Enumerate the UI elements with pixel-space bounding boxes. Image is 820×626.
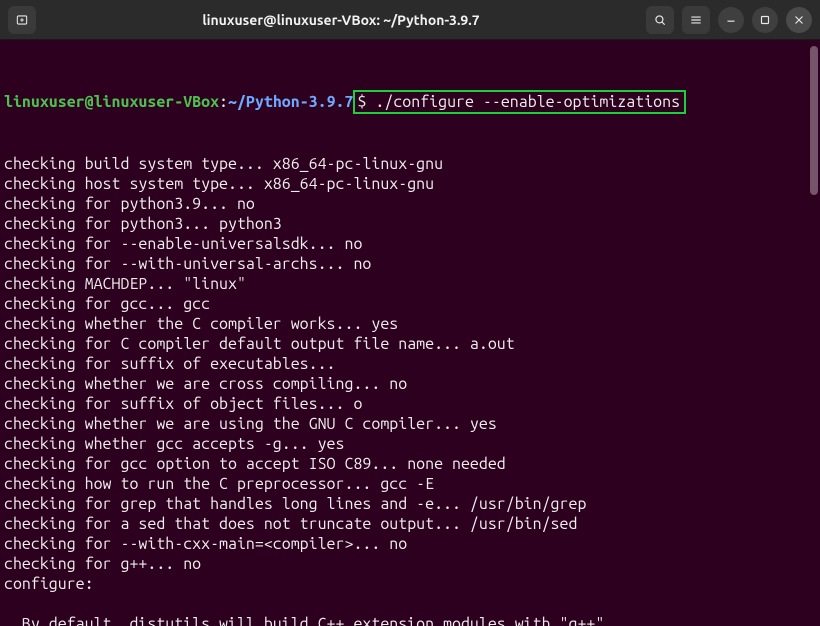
search-button[interactable] — [646, 6, 674, 34]
titlebar-left-group — [8, 6, 36, 34]
terminal-line: checking for python3.9... no — [4, 194, 814, 214]
terminal-line: checking for gcc option to accept ISO C8… — [4, 454, 814, 474]
terminal-line: checking build system type... x86_64-pc-… — [4, 154, 814, 174]
terminal-line: checking for C compiler default output f… — [4, 334, 814, 354]
terminal-line: checking whether we are using the GNU C … — [4, 414, 814, 434]
window-titlebar: linuxuser@linuxuser-VBox: ~/Python-3.9.7 — [0, 0, 820, 40]
new-tab-button[interactable] — [8, 6, 36, 34]
maximize-icon — [758, 13, 772, 27]
command-highlight-box: $ ./configure --enable-optimizations — [353, 90, 686, 114]
terminal-line: checking host system type... x86_64-pc-l… — [4, 174, 814, 194]
terminal-line: checking for --with-cxx-main=<compiler>.… — [4, 534, 814, 554]
prompt-line: linuxuser@linuxuser-VBox:~/Python-3.9.7$… — [4, 90, 814, 114]
terminal-line: checking whether gcc accepts -g... yes — [4, 434, 814, 454]
maximize-button[interactable] — [752, 7, 778, 33]
search-icon — [653, 13, 667, 27]
window-title: linuxuser@linuxuser-VBox: ~/Python-3.9.7 — [46, 12, 636, 28]
terminal-line: configure: — [4, 574, 814, 594]
terminal-line: checking whether the C compiler works...… — [4, 314, 814, 334]
terminal-line: checking for suffix of object files... o — [4, 394, 814, 414]
hamburger-menu-button[interactable] — [682, 6, 710, 34]
terminal-line: checking for --with-universal-archs... n… — [4, 254, 814, 274]
prompt-separator: : — [219, 93, 228, 111]
terminal-line: checking for g++... no — [4, 554, 814, 574]
terminal-line: checking for grep that handles long line… — [4, 494, 814, 514]
terminal-output: checking build system type... x86_64-pc-… — [4, 154, 814, 626]
close-icon — [792, 13, 806, 27]
command-text: ./configure --enable-optimizations — [375, 93, 680, 111]
minimize-icon — [724, 13, 738, 27]
minimize-button[interactable] — [718, 7, 744, 33]
terminal-line: checking how to run the C preprocessor..… — [4, 474, 814, 494]
prompt-user-host: linuxuser@linuxuser-VBox — [4, 93, 219, 111]
terminal-line: checking for suffix of executables... — [4, 354, 814, 374]
terminal-line: checking for gcc... gcc — [4, 294, 814, 314]
new-tab-icon — [15, 13, 29, 27]
terminal-line: checking for python3... python3 — [4, 214, 814, 234]
prompt-sigil: $ — [357, 93, 366, 111]
scrollbar-thumb[interactable] — [810, 46, 818, 195]
hamburger-icon — [689, 13, 703, 27]
scrollbar-track[interactable] — [810, 46, 818, 620]
titlebar-right-group — [646, 6, 812, 34]
prompt-path: ~/Python-3.9.7 — [228, 93, 353, 111]
terminal-line: checking whether we are cross compiling.… — [4, 374, 814, 394]
close-button[interactable] — [786, 7, 812, 33]
terminal-line: checking for --enable-universalsdk... no — [4, 234, 814, 254]
terminal-line — [4, 594, 814, 614]
terminal-line: checking for a sed that does not truncat… — [4, 514, 814, 534]
terminal-line: checking MACHDEP... "linux" — [4, 274, 814, 294]
terminal-line: By default, distutils will build C++ ext… — [4, 614, 814, 626]
terminal-viewport[interactable]: linuxuser@linuxuser-VBox:~/Python-3.9.7$… — [0, 40, 820, 626]
